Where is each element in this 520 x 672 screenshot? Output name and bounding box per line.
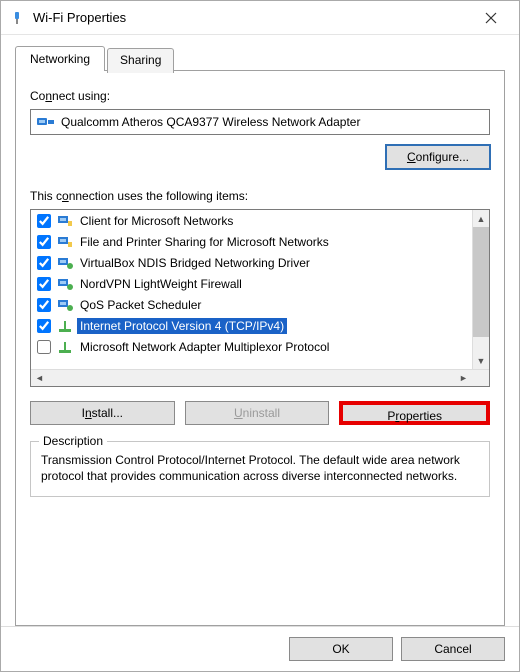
titlebar: Wi-Fi Properties [1, 1, 519, 35]
item-label: Microsoft Network Adapter Multiplexor Pr… [77, 339, 332, 355]
list-item[interactable]: NordVPN LightWeight Firewall [31, 273, 472, 294]
list-item[interactable]: File and Printer Sharing for Microsoft N… [31, 231, 472, 252]
connect-using-label: Connect using: [30, 89, 490, 103]
adapter-field[interactable]: Qualcomm Atheros QCA9377 Wireless Networ… [30, 109, 490, 135]
window-title: Wi-Fi Properties [33, 10, 471, 25]
description-legend: Description [39, 434, 107, 448]
adapter-name: Qualcomm Atheros QCA9377 Wireless Networ… [61, 115, 360, 129]
item-label: File and Printer Sharing for Microsoft N… [77, 234, 332, 250]
item-checkbox[interactable] [37, 235, 51, 249]
cancel-button[interactable]: Cancel [401, 637, 505, 661]
network-component-icon [57, 234, 73, 250]
scroll-thumb[interactable] [473, 227, 489, 337]
list-item[interactable]: QoS Packet Scheduler [31, 294, 472, 315]
network-component-icon [57, 318, 73, 334]
scroll-left-arrow[interactable]: ◄ [31, 370, 48, 386]
network-component-icon [57, 339, 73, 355]
description-text: Transmission Control Protocol/Internet P… [41, 452, 479, 484]
description-groupbox: Description Transmission Control Protoco… [30, 441, 490, 497]
list-item[interactable]: Microsoft Network Adapter Multiplexor Pr… [31, 336, 472, 357]
vertical-scrollbar[interactable]: ▲ ▼ [472, 210, 489, 369]
item-checkbox[interactable] [37, 298, 51, 312]
network-items-listbox[interactable]: Client for Microsoft Networks File and Pr… [30, 209, 490, 387]
properties-button[interactable]: Properties [339, 401, 490, 425]
horizontal-scrollbar[interactable]: ◄ ► [31, 369, 489, 386]
item-label: Internet Protocol Version 4 (TCP/IPv4) [77, 318, 287, 334]
tab-panel-networking: Connect using: Qualcomm Atheros QCA9377 … [15, 70, 505, 626]
item-checkbox[interactable] [37, 256, 51, 270]
item-label: QoS Packet Scheduler [77, 297, 204, 313]
list-item[interactable]: Client for Microsoft Networks [31, 210, 472, 231]
install-button[interactable]: Install... [30, 401, 175, 425]
close-button[interactable] [471, 4, 511, 32]
configure-button[interactable]: Configure... [386, 145, 490, 169]
network-component-icon [57, 276, 73, 292]
list-item[interactable]: VirtualBox NDIS Bridged Networking Drive… [31, 252, 472, 273]
network-adapter-icon [37, 115, 55, 129]
tab-sharing[interactable]: Sharing [107, 48, 174, 73]
item-checkbox[interactable] [37, 277, 51, 291]
scroll-right-arrow[interactable]: ► [455, 370, 472, 386]
ok-button[interactable]: OK [289, 637, 393, 661]
scroll-down-arrow[interactable]: ▼ [473, 352, 489, 369]
uninstall-button: Uninstall [185, 401, 330, 425]
item-label: VirtualBox NDIS Bridged Networking Drive… [77, 255, 313, 271]
tab-strip: Networking Sharing [15, 46, 505, 71]
network-component-icon [57, 255, 73, 271]
item-label: Client for Microsoft Networks [77, 213, 236, 229]
tab-networking[interactable]: Networking [15, 46, 105, 71]
item-label: NordVPN LightWeight Firewall [77, 276, 245, 292]
network-component-icon [57, 297, 73, 313]
scroll-up-arrow[interactable]: ▲ [473, 210, 489, 227]
network-component-icon [57, 213, 73, 229]
item-checkbox[interactable] [37, 340, 51, 354]
dialog-footer: OK Cancel [1, 626, 519, 671]
list-item[interactable]: Internet Protocol Version 4 (TCP/IPv4) [31, 315, 472, 336]
item-checkbox[interactable] [37, 214, 51, 228]
wifi-icon [9, 10, 25, 26]
wifi-properties-dialog: Wi-Fi Properties Networking Sharing Conn… [0, 0, 520, 672]
items-label: This connection uses the following items… [30, 189, 490, 203]
item-checkbox[interactable] [37, 319, 51, 333]
